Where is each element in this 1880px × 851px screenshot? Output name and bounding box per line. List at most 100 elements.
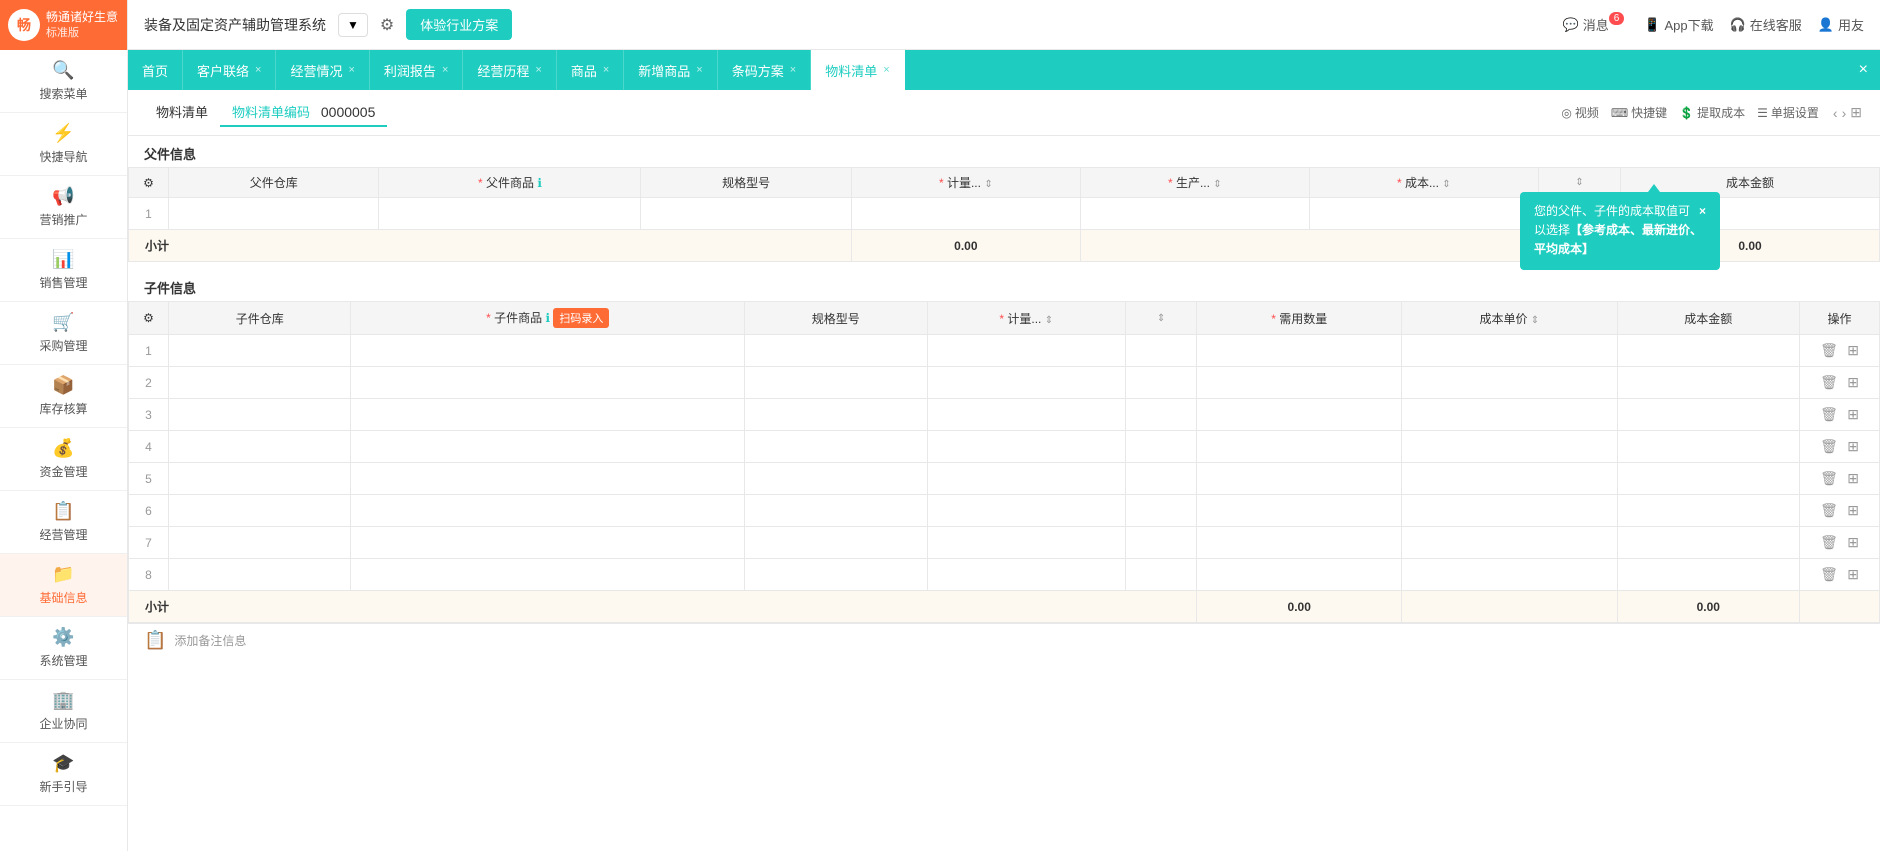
parent-col-gear[interactable]: ⚙ bbox=[129, 168, 169, 198]
child-row-6-warehouse[interactable] bbox=[169, 495, 351, 527]
child-row-3-quantity[interactable] bbox=[1197, 399, 1402, 431]
scan-button[interactable]: 扫码录入 bbox=[553, 308, 609, 328]
child-row-1-quantity[interactable] bbox=[1197, 335, 1402, 367]
sub-tab-list[interactable]: 物料清单 bbox=[144, 98, 220, 127]
close-all-tabs-button[interactable]: × bbox=[1847, 61, 1880, 79]
tab-new-goods[interactable]: 新增商品 × bbox=[624, 50, 717, 90]
delete-row-icon[interactable]: 🗑 bbox=[1817, 342, 1841, 358]
trial-button[interactable]: 体验行业方案 bbox=[406, 9, 512, 40]
sidebar-item-basic-info[interactable]: 📁 基础信息 bbox=[0, 554, 127, 617]
user-profile-action[interactable]: 👤 用友 bbox=[1818, 15, 1864, 34]
child-row-6-spec[interactable] bbox=[745, 495, 927, 527]
child-row-4-warehouse[interactable] bbox=[169, 431, 351, 463]
tab-customers[interactable]: 客户联络 × bbox=[183, 50, 276, 90]
child-row-7-spec[interactable] bbox=[745, 527, 927, 559]
child-row-5-unit[interactable] bbox=[927, 463, 1126, 495]
child-row-3-unit[interactable] bbox=[927, 399, 1126, 431]
child-row-4-product[interactable] bbox=[351, 431, 745, 463]
child-row-4-unit[interactable] bbox=[927, 431, 1126, 463]
child-row-3-product[interactable] bbox=[351, 399, 745, 431]
sidebar-item-finance[interactable]: 💰 资金管理 bbox=[0, 428, 127, 491]
parent-row-1-cost[interactable] bbox=[1309, 198, 1538, 230]
sidebar-item-marketing[interactable]: 📢 营销推广 bbox=[0, 176, 127, 239]
child-row-1-product[interactable] bbox=[351, 335, 745, 367]
child-row-1-warehouse[interactable] bbox=[169, 335, 351, 367]
settings-gear-button[interactable]: ⚙ bbox=[380, 15, 394, 35]
child-row-4-spec[interactable] bbox=[745, 431, 927, 463]
child-row-2-spec[interactable] bbox=[745, 367, 927, 399]
close-new-goods-tab-icon[interactable]: × bbox=[696, 64, 702, 76]
sidebar-item-enterprise[interactable]: 🏢 企业协同 bbox=[0, 680, 127, 743]
parent-row-1-produce[interactable] bbox=[1080, 198, 1309, 230]
child-col-gear[interactable]: ⚙ bbox=[129, 302, 169, 335]
sidebar-item-guide[interactable]: 🎓 新手引导 bbox=[0, 743, 127, 806]
system-dropdown-button[interactable]: ▼ bbox=[338, 13, 368, 37]
copy-row-icon[interactable]: ⊞ bbox=[1844, 342, 1862, 358]
copy-row-icon[interactable]: ⊞ bbox=[1844, 502, 1862, 518]
app-download-action[interactable]: 📱 App下载 bbox=[1644, 15, 1713, 34]
close-barcode-tab-icon[interactable]: × bbox=[790, 64, 796, 76]
grid-view-icon[interactable]: ⊞ bbox=[1848, 104, 1864, 121]
close-profit-tab-icon[interactable]: × bbox=[442, 64, 448, 76]
product-info-icon[interactable]: ℹ bbox=[537, 176, 542, 190]
child-row-7-product[interactable] bbox=[351, 527, 745, 559]
child-row-6-product[interactable] bbox=[351, 495, 745, 527]
tooltip-close-button[interactable]: × bbox=[1699, 202, 1706, 221]
copy-row-icon[interactable]: ⊞ bbox=[1844, 566, 1862, 582]
copy-row-icon[interactable]: ⊞ bbox=[1844, 470, 1862, 486]
parent-row-1-spec[interactable] bbox=[641, 198, 851, 230]
child-product-info-icon[interactable]: ℹ bbox=[545, 311, 550, 325]
delete-row-icon[interactable]: 🗑 bbox=[1817, 566, 1841, 582]
tab-barcode[interactable]: 条码方案 × bbox=[718, 50, 811, 90]
child-unit-sort-icon[interactable]: ⇕ bbox=[1045, 315, 1053, 326]
child-row-3-spec[interactable] bbox=[745, 399, 927, 431]
tab-goods[interactable]: 商品 × bbox=[557, 50, 624, 90]
delete-row-icon[interactable]: 🗑 bbox=[1817, 534, 1841, 550]
online-service-action[interactable]: 🎧 在线客服 bbox=[1730, 15, 1802, 34]
tab-profit[interactable]: 利润报告 × bbox=[370, 50, 463, 90]
child-row-8-warehouse[interactable] bbox=[169, 559, 351, 591]
sidebar-item-quick-nav[interactable]: ⚡ 快捷导航 bbox=[0, 113, 127, 176]
close-goods-tab-icon[interactable]: × bbox=[603, 64, 609, 76]
parent-produce-sort-icon[interactable]: ⇕ bbox=[1213, 179, 1221, 190]
child-row-8-unit[interactable] bbox=[927, 559, 1126, 591]
close-customers-tab-icon[interactable]: × bbox=[255, 64, 261, 76]
parent-cost-sort-icon[interactable]: ⇕ bbox=[1442, 179, 1450, 190]
child-row-8-product[interactable] bbox=[351, 559, 745, 591]
child-row-2-product[interactable] bbox=[351, 367, 745, 399]
delete-row-icon[interactable]: 🗑 bbox=[1817, 406, 1841, 422]
copy-row-icon[interactable]: ⊞ bbox=[1844, 406, 1862, 422]
child-row-7-warehouse[interactable] bbox=[169, 527, 351, 559]
sidebar-item-search[interactable]: 🔍 搜索菜单 bbox=[0, 50, 127, 113]
close-bom-tab-icon[interactable]: × bbox=[883, 64, 889, 76]
child-unit-cost-sort-icon[interactable]: ⇕ bbox=[1531, 315, 1539, 326]
delete-row-icon[interactable]: 🗑 bbox=[1817, 438, 1841, 454]
sidebar-item-purchase[interactable]: 🛒 采购管理 bbox=[0, 302, 127, 365]
child-row-3-warehouse[interactable] bbox=[169, 399, 351, 431]
copy-row-icon[interactable]: ⊞ bbox=[1844, 374, 1862, 390]
child-row-4-quantity[interactable] bbox=[1197, 431, 1402, 463]
child-row-5-quantity[interactable] bbox=[1197, 463, 1402, 495]
child-col-qty-sort[interactable]: ⇕ bbox=[1126, 302, 1197, 335]
child-row-1-spec[interactable] bbox=[745, 335, 927, 367]
sidebar-item-system[interactable]: ⚙️ 系统管理 bbox=[0, 617, 127, 680]
sidebar-item-operations[interactable]: 📋 经营管理 bbox=[0, 491, 127, 554]
message-action[interactable]: 💬 消息 6 bbox=[1563, 15, 1629, 34]
close-history-tab-icon[interactable]: × bbox=[535, 64, 541, 76]
child-row-5-spec[interactable] bbox=[745, 463, 927, 495]
next-tab-arrow[interactable]: › bbox=[1840, 105, 1849, 121]
delete-row-icon[interactable]: 🗑 bbox=[1817, 502, 1841, 518]
child-row-8-spec[interactable] bbox=[745, 559, 927, 591]
cost-action[interactable]: 💲 提取成本 bbox=[1679, 104, 1745, 121]
settings-action[interactable]: ☰ 单据设置 bbox=[1757, 104, 1819, 121]
prev-tab-arrow[interactable]: ‹ bbox=[1831, 105, 1840, 121]
bottom-note[interactable]: 📋 添加备注信息 bbox=[128, 623, 1880, 657]
child-row-1-unit[interactable] bbox=[927, 335, 1126, 367]
child-row-2-unit[interactable] bbox=[927, 367, 1126, 399]
tab-home[interactable]: 首页 bbox=[128, 50, 183, 90]
close-operations-tab-icon[interactable]: × bbox=[348, 64, 354, 76]
parent-unit-sort-icon[interactable]: ⇕ bbox=[984, 179, 992, 190]
tab-bom[interactable]: 物料清单 × bbox=[811, 50, 904, 90]
tab-operations-status[interactable]: 经营情况 × bbox=[276, 50, 369, 90]
parent-row-1-warehouse[interactable] bbox=[169, 198, 379, 230]
